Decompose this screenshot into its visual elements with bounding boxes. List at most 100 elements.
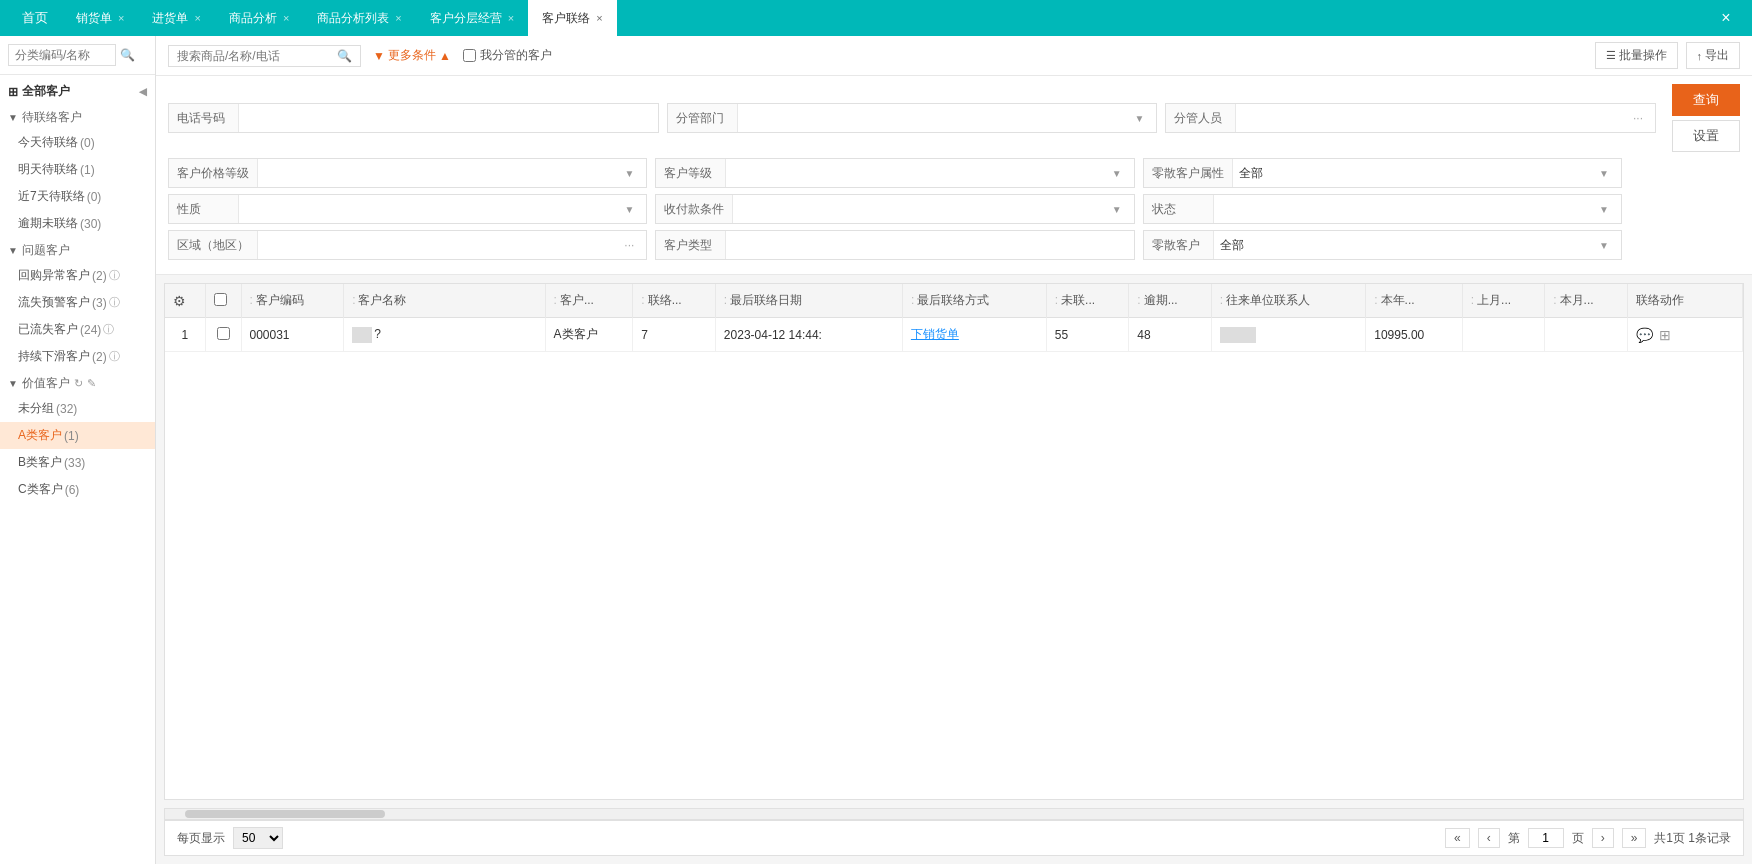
customer-level-arrow-icon[interactable]: ▼	[1106, 168, 1128, 179]
filter-search-icon[interactable]: 🔍	[337, 49, 352, 63]
tab-purchase-order[interactable]: 进货单 ×	[138, 0, 214, 36]
price-level-arrow-icon[interactable]: ▼	[618, 168, 640, 179]
last-page-button[interactable]: »	[1622, 828, 1647, 848]
sidebar-search-input[interactable]	[8, 44, 116, 66]
query-btn-group: 查询 设置	[1672, 84, 1740, 152]
region-dots-icon[interactable]: ···	[618, 238, 640, 252]
info-icon-churn-warning: ⓘ	[109, 295, 120, 310]
all-customers-label: 全部客户	[22, 83, 70, 100]
export-icon: ↑	[1697, 50, 1703, 62]
tab-product-analysis-list[interactable]: 商品分析列表 ×	[303, 0, 415, 36]
filter-retail-customer: 零散客户 全部 ▼	[1143, 230, 1622, 260]
filter-customer-level: 客户等级 ▼	[655, 158, 1134, 188]
tab-customer-tier[interactable]: 客户分层经营 ×	[416, 0, 528, 36]
chat-action-icon[interactable]: 💬	[1636, 327, 1653, 343]
edit-value-icon[interactable]: ✎	[87, 377, 96, 390]
my-customers-check[interactable]	[463, 49, 476, 62]
filter-payment: 收付款条件 ▼	[655, 194, 1134, 224]
sidebar-collapse-icon[interactable]: ◀	[139, 86, 147, 97]
select-all-checkbox[interactable]	[214, 293, 227, 306]
col-last-contact-method: :最后联络方式	[902, 284, 1046, 318]
sidebar-item-today[interactable]: 今天待联络 (0)	[0, 129, 155, 156]
filter-bar: 🔍 ▼ 更多条件 ▲ 我分管的客户 ☰ 批量操作 ↑ 导出	[156, 36, 1752, 76]
contact-method-link[interactable]: 下销货单	[911, 327, 959, 341]
prev-page-button[interactable]: ‹	[1478, 828, 1500, 848]
cell-checkbox[interactable]	[205, 318, 241, 352]
close-contact-icon[interactable]: ×	[596, 12, 602, 24]
horizontal-scrollbar[interactable]	[164, 808, 1744, 820]
cell-last-month	[1462, 318, 1545, 352]
close-sales-icon[interactable]: ×	[118, 12, 124, 24]
cell-this-month	[1545, 318, 1628, 352]
filter-search-input[interactable]	[177, 49, 337, 63]
filter-customer-type: 客户类型	[655, 230, 1134, 260]
nature-arrow-icon[interactable]: ▼	[618, 204, 640, 215]
more-filters-button[interactable]: ▼ 更多条件 ▲	[373, 47, 451, 64]
all-customers-header[interactable]: ⊞ 全部客户 ◀	[0, 75, 155, 104]
top-nav: 首页 销货单 × 进货单 × 商品分析 × 商品分析列表 × 客户分层经营 × …	[0, 0, 1752, 36]
col-customer-code: :客户编码	[241, 284, 344, 318]
payment-arrow-icon[interactable]: ▼	[1106, 204, 1128, 215]
my-customers-checkbox[interactable]: 我分管的客户	[463, 47, 552, 64]
sidebar-item-7days[interactable]: 近7天待联络 (0)	[0, 183, 155, 210]
next-page-button[interactable]: ›	[1592, 828, 1614, 848]
query-button[interactable]: 查询	[1672, 84, 1740, 116]
col-this-year: :本年...	[1366, 284, 1462, 318]
sidebar-search-bar: 🔍	[0, 36, 155, 75]
tab-product-analysis[interactable]: 商品分析 ×	[215, 0, 303, 36]
col-last-month: :上月...	[1462, 284, 1545, 318]
value-customers-group: ▼ 价值客户 ↻ ✎	[0, 370, 155, 395]
data-table-wrapper: ⚙ :客户编码 :客户名称 :客户...	[164, 283, 1744, 800]
sidebar-item-churned[interactable]: 已流失客户 (24) ⓘ	[0, 316, 155, 343]
first-page-button[interactable]: «	[1445, 828, 1470, 848]
status-arrow-icon[interactable]: ▼	[1593, 204, 1615, 215]
col-checkbox[interactable]	[205, 284, 241, 318]
sidebar-item-class-a[interactable]: A类客户 (1)	[0, 422, 155, 449]
sidebar-item-class-c[interactable]: C类客户 (6)	[0, 476, 155, 503]
tab-customer-contact[interactable]: 客户联络 ×	[528, 0, 616, 36]
close-analysis-icon[interactable]: ×	[283, 12, 289, 24]
cell-contact-person	[1211, 318, 1365, 352]
cell-contact-count: 7	[633, 318, 716, 352]
dept-arrow-icon[interactable]: ▼	[1128, 113, 1150, 124]
filter-retail-attr: 零散客户属性 全部 ▼	[1143, 158, 1622, 188]
sidebar-item-class-b[interactable]: B类客户 (33)	[0, 449, 155, 476]
qr-action-icon[interactable]: ⊞	[1659, 327, 1671, 343]
page-label: 第	[1508, 830, 1520, 847]
sidebar-search-icon[interactable]: 🔍	[120, 48, 135, 62]
tab-sales-order[interactable]: 销货单 ×	[62, 0, 138, 36]
close-purchase-icon[interactable]: ×	[194, 12, 200, 24]
table-header-row: ⚙ :客户编码 :客户名称 :客户...	[165, 284, 1743, 318]
pending-contact-group: ▼ 待联络客户	[0, 104, 155, 129]
manager-dots-icon[interactable]: ···	[1627, 111, 1649, 125]
settings-button[interactable]: 设置	[1672, 120, 1740, 152]
page-size-select[interactable]: 50 100 200	[233, 827, 283, 849]
sidebar-item-abnormal-repurchase[interactable]: 回购异常客户 (2) ⓘ	[0, 262, 155, 289]
cell-not-contacted: 55	[1046, 318, 1129, 352]
close-tier-icon[interactable]: ×	[508, 12, 514, 24]
filter-nature: 性质 ▼	[168, 194, 647, 224]
cell-last-date: 2023-04-12 14:44:	[715, 318, 902, 352]
close-analysis-list-icon[interactable]: ×	[395, 12, 401, 24]
window-close-button[interactable]: ×	[1708, 0, 1744, 36]
page-number-input[interactable]	[1528, 828, 1564, 848]
row-checkbox[interactable]	[217, 327, 230, 340]
refresh-value-icon[interactable]: ↻	[74, 377, 83, 390]
cell-this-year: 10995.00	[1366, 318, 1462, 352]
retail-customer-arrow-icon[interactable]: ▼	[1593, 240, 1615, 251]
home-tab[interactable]: 首页	[8, 0, 62, 36]
sidebar-item-tomorrow[interactable]: 明天待联络 (1)	[0, 156, 155, 183]
content-area: 🔍 ▼ 更多条件 ▲ 我分管的客户 ☰ 批量操作 ↑ 导出	[156, 36, 1752, 864]
export-button[interactable]: ↑ 导出	[1686, 42, 1741, 69]
name-avatar	[352, 327, 372, 343]
sidebar-item-unclassified[interactable]: 未分组 (32)	[0, 395, 155, 422]
scrollbar-thumb[interactable]	[185, 810, 385, 818]
col-settings[interactable]: ⚙	[165, 284, 205, 318]
sidebar-item-declining[interactable]: 持续下滑客户 (2) ⓘ	[0, 343, 155, 370]
page-unit: 页	[1572, 830, 1584, 847]
retail-attr-arrow-icon[interactable]: ▼	[1593, 168, 1615, 179]
sidebar-item-churn-warning[interactable]: 流失预警客户 (3) ⓘ	[0, 289, 155, 316]
batch-operations-button[interactable]: ☰ 批量操作	[1595, 42, 1678, 69]
filter-status: 状态 ▼	[1143, 194, 1622, 224]
sidebar-item-overdue[interactable]: 逾期未联络 (30)	[0, 210, 155, 237]
